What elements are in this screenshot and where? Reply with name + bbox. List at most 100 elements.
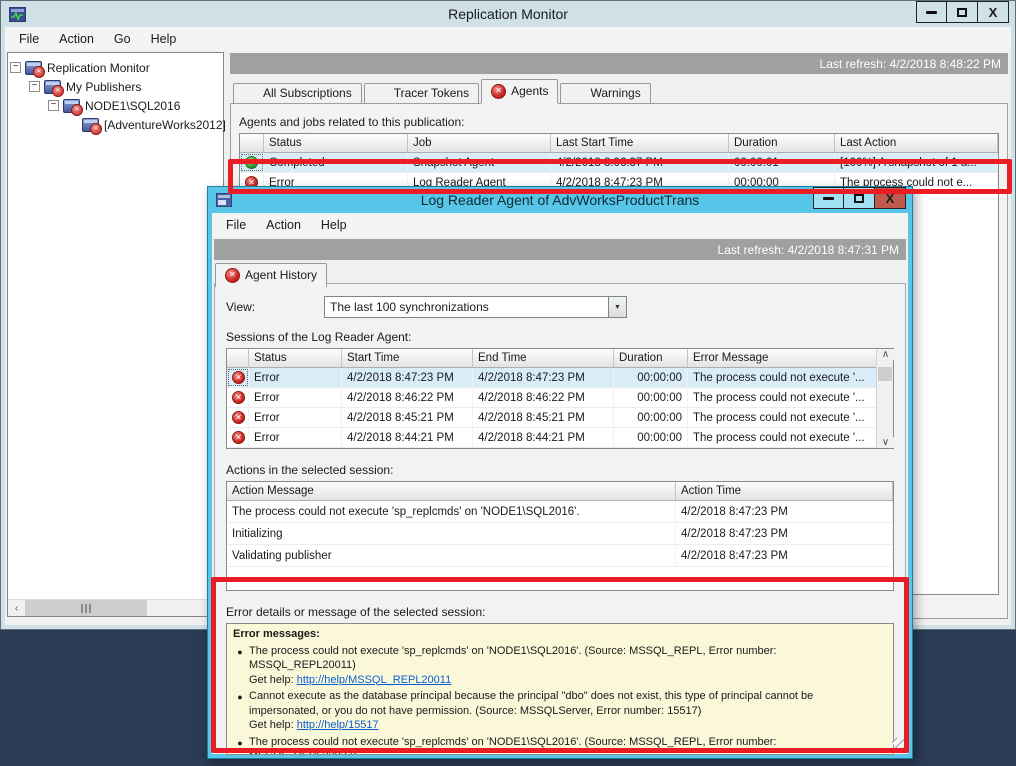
tree-expander-icon[interactable]: − [10,62,21,73]
chevron-down-icon[interactable]: ▼ [608,297,626,317]
table-row[interactable]: Completed Snapshot Agent 4/2/2018 8:06:3… [240,153,998,173]
main-titlebar: Replication Monitor X [5,1,1011,27]
dialog-menubar: FileActionHelp [212,213,908,237]
error-message-item: ● Cannot execute as the database princip… [231,689,885,733]
sessions-vertical-scrollbar[interactable]: ∧ ∨ [876,349,893,448]
table-row[interactable]: Error 4/2/2018 8:46:22 PM 4/2/2018 8:46:… [227,388,893,408]
column-header[interactable]: Last Action [835,134,998,152]
table-row[interactable]: Error 4/2/2018 8:47:23 PM 4/2/2018 8:47:… [227,368,893,388]
tree-node[interactable]: − My Publishers [29,77,221,96]
job-cell: Snapshot Agent [408,153,551,172]
scrollbar-thumb[interactable] [878,367,892,381]
sessions-table-body: Error 4/2/2018 8:47:23 PM 4/2/2018 8:47:… [227,368,893,448]
tree-horizontal-scrollbar[interactable]: ‹ [8,599,223,616]
table-row[interactable]: Error 4/2/2018 8:44:21 PM 4/2/2018 8:44:… [227,428,893,448]
table-row[interactable]: Error 4/2/2018 8:45:21 PM 4/2/2018 8:45:… [227,408,893,428]
scroll-up-icon[interactable]: ∧ [877,349,894,360]
error-message-text: Cannot execute as the database principal… [249,690,813,717]
status-cell: Error [249,408,342,427]
column-header[interactable]: Start Time [342,349,473,367]
status-cell: Error [249,428,342,447]
column-header[interactable]: Action Message [227,482,676,500]
tree-expander-icon[interactable]: − [29,81,40,92]
action-message-cell: Validating publisher [227,545,676,566]
error-message-cell: The process could not execute '... [688,408,893,427]
column-header[interactable]: Last Start Time [551,134,729,152]
tree-node-label: Replication Monitor [47,61,150,75]
table-row[interactable]: The process could not execute 'sp_replcm… [227,501,893,523]
table-row[interactable]: Validating publisher 4/2/2018 8:47:23 PM [227,545,893,567]
column-header[interactable]: Duration [729,134,835,152]
status-icon [245,156,258,169]
scrollbar-thumb[interactable] [25,600,147,616]
table-row[interactable]: Initializing 4/2/2018 8:47:23 PM [227,523,893,545]
duration-cell: 00:00:00 [614,408,688,427]
column-header[interactable]: Status [249,349,342,367]
bullet-icon: ● [231,735,249,756]
tab-label: Warnings [590,86,640,100]
help-link[interactable]: http://help/MSSQL_REPL20011 [297,674,452,686]
dialog-title: Log Reader Agent of AdvWorksProductTrans [212,192,908,208]
replication-tree-panel: − Replication Monitor − My Publishers [7,52,224,617]
close-icon[interactable]: X [978,1,1009,23]
tab-agent-history[interactable]: Agent History [215,263,327,287]
view-dropdown[interactable]: The last 100 synchronizations ▼ [324,296,627,318]
status-cell: Error [249,388,342,407]
minimize-icon[interactable] [916,1,947,23]
scroll-down-icon[interactable]: ∨ [877,437,894,448]
start-time-cell: 4/2/2018 8:47:23 PM [342,368,473,387]
column-header[interactable]: Status [264,134,408,152]
action-time-cell: 4/2/2018 8:47:23 PM [676,545,893,566]
status-cell: Error [249,368,342,387]
menu-item[interactable]: Help [141,29,187,49]
tab-error-icon [374,86,389,101]
column-header[interactable]: Job [408,134,551,152]
tree-node[interactable]: − [AdventureWorks2012] [67,115,221,134]
resize-grip[interactable] [892,738,906,752]
status-icon [232,411,245,424]
publication-tabs: All Subscriptions Tracer Tokens Agents [230,81,1008,103]
column-header[interactable] [227,349,249,367]
maximize-icon[interactable] [844,187,875,209]
menu-item[interactable]: Help [311,215,357,235]
column-header[interactable]: Error Message [688,349,893,367]
close-icon[interactable]: X [875,187,906,209]
menu-item[interactable]: Action [256,215,311,235]
agents-page-label: Agents and jobs related to this publicat… [239,115,999,129]
error-message-cell: The process could not execute '... [688,428,893,447]
menu-item[interactable]: File [9,29,49,49]
sessions-table: StatusStart TimeEnd TimeDurationError Me… [226,348,894,449]
menu-item[interactable]: File [216,215,256,235]
minimize-icon[interactable] [813,187,844,209]
view-dropdown-value: The last 100 synchronizations [330,300,489,314]
tab[interactable]: All Subscriptions [233,83,362,103]
column-header[interactable]: Action Time [676,482,893,500]
main-window-title: Replication Monitor [5,6,1011,22]
start-time-cell: 4/2/2018 8:46:22 PM [342,388,473,407]
dialog-last-refresh-status: Last refresh: 4/2/2018 8:47:31 PM [214,239,906,260]
menu-item[interactable]: Go [104,29,141,49]
action-message-cell: Initializing [227,523,676,544]
tree-node-label: My Publishers [66,80,141,94]
scroll-left-icon[interactable]: ‹ [8,600,25,616]
maximize-icon[interactable] [947,1,978,23]
tab[interactable]: Agents [481,79,558,103]
tree-expander-icon[interactable]: − [48,100,59,111]
last-start-cell: 4/2/2018 8:06:37 PM [551,153,729,172]
tree-node[interactable]: − Replication Monitor [10,58,221,77]
column-header[interactable]: Duration [614,349,688,367]
tab-error-icon [225,268,240,283]
menu-item[interactable]: Action [49,29,104,49]
tree-node-label: NODE1\SQL2016 [85,99,180,113]
tab[interactable]: Tracer Tokens [364,83,479,103]
error-messages-list: ● The process could not execute 'sp_repl… [231,644,885,756]
tab[interactable]: Warnings [560,83,650,103]
duration-cell: 00:00:00 [614,368,688,387]
help-link[interactable]: http://help/15517 [297,719,379,731]
column-header[interactable] [240,134,264,152]
node-error-icon [25,61,42,75]
tab-label: Agents [511,84,548,98]
column-header[interactable]: End Time [473,349,614,367]
node-error-icon [44,80,61,94]
tree-node[interactable]: − NODE1\SQL2016 [48,96,221,115]
